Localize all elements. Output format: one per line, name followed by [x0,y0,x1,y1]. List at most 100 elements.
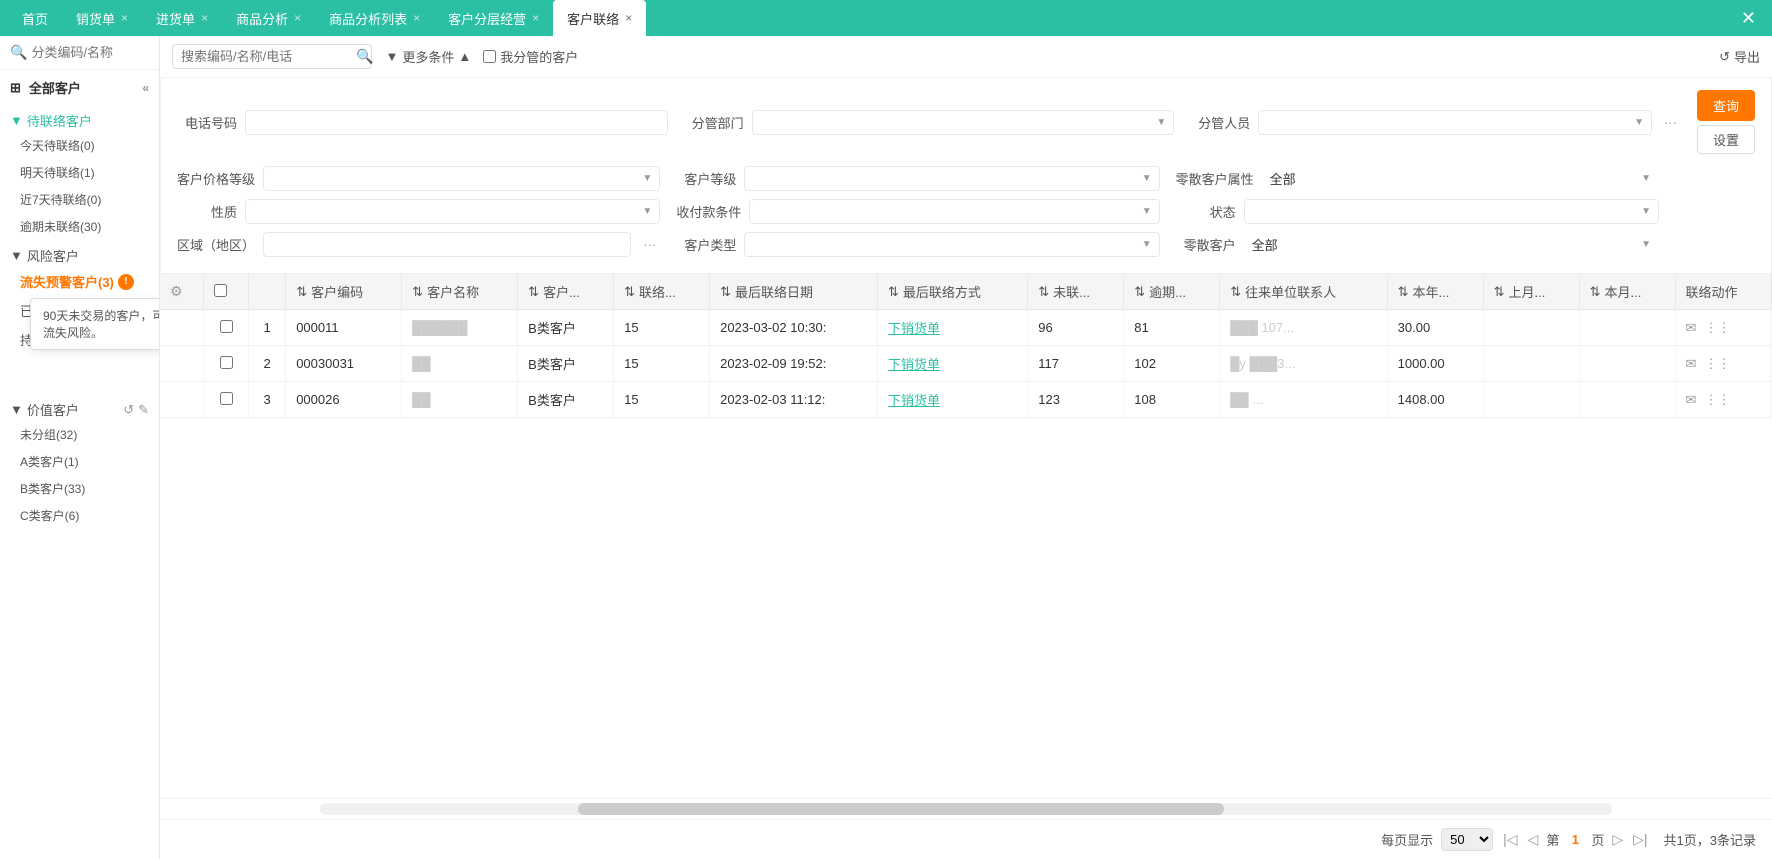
customer-type-select[interactable] [744,232,1159,257]
region-dots-icon[interactable]: ··· [639,237,660,252]
sidebar-item-class-b[interactable]: B类客户(33) [0,475,159,502]
tab-customer-connect[interactable]: 客户联络 × [553,0,646,36]
sidebar-section-risk[interactable]: ▼ 风险客户 [0,240,159,267]
sidebar-item-class-a[interactable]: A类客户(1) [0,448,159,475]
close-icon[interactable]: × [201,11,208,25]
sidebar-item-week[interactable]: 近7天待联络(0) [0,186,159,213]
last-method-link[interactable]: 下销货单 [888,321,940,336]
region-input[interactable] [263,232,631,257]
more-action-icon[interactable]: ⋮⋮ [1704,392,1730,408]
code-column-header[interactable]: ⇅ 客户编码 [286,274,402,310]
row-last-month [1483,382,1579,418]
scrollbar-thumb[interactable] [578,803,1224,815]
sort-icon: ⇅ [1134,284,1145,300]
message-icon[interactable]: ✉ [1686,320,1697,336]
last-method-link[interactable]: 下销货单 [888,357,940,372]
chevron-down-icon: ▼ [10,402,23,417]
close-icon[interactable]: × [413,11,420,25]
close-icon[interactable]: × [532,11,539,25]
last-method-column-header[interactable]: ⇅ 最后联络方式 [877,274,1027,310]
prev-page-button[interactable]: ◁ [1526,831,1541,848]
last-method-link[interactable]: 下销货单 [888,393,940,408]
tab-purchase[interactable]: 进货单 × [142,0,222,36]
page-unit: 页 [1591,830,1604,849]
filter-payment: 收付款条件 ▼ [676,199,1159,224]
settings-column-header[interactable]: ⚙ [160,274,204,310]
customer-grade-select[interactable] [744,166,1159,191]
sidebar-item-loss-warning[interactable]: 流失预警客户(3) ! [0,267,159,296]
phone-input[interactable] [245,110,668,135]
manager-select[interactable] [1258,110,1652,135]
select-all-checkbox[interactable] [214,284,227,297]
row-last-method[interactable]: 下销货单 [877,382,1027,418]
price-grade-select[interactable] [263,166,660,191]
dept-select[interactable] [752,110,1175,135]
more-conditions-button[interactable]: ▼ 更多条件 ▲ [385,47,471,66]
row-settings [160,382,204,418]
uncontacted-column-header[interactable]: ⇅ 未联... [1028,274,1124,310]
tab-sales[interactable]: 销货单 × [62,0,142,36]
name-column-header[interactable]: ⇅ 客户名称 [402,274,518,310]
last-page-button[interactable]: ▷| [1631,831,1649,848]
nature-select[interactable] [245,199,660,224]
overdue-column-header[interactable]: ⇅ 逾期... [1124,274,1220,310]
window-close-button[interactable]: ✕ [1733,8,1764,29]
message-icon[interactable]: ✉ [1686,392,1697,408]
status-select[interactable] [1244,199,1659,224]
query-button[interactable]: 查询 [1697,90,1755,121]
edit-icon[interactable]: ✎ [138,402,149,418]
sidebar-item-overdue[interactable]: 逾期未联络(30) [0,213,159,240]
row-last-date: 2023-02-03 11:12: [710,382,878,418]
per-page-select[interactable]: 50 100 200 [1441,828,1493,851]
this-year-column-header[interactable]: ⇅ 本年... [1387,274,1483,310]
sidebar-item-class-c[interactable]: C类客户(6) [0,502,159,529]
collapse-icon[interactable]: « [142,81,149,95]
settings-icon[interactable]: ⚙ [170,283,183,299]
message-icon[interactable]: ✉ [1686,356,1697,372]
close-icon[interactable]: × [625,11,632,25]
payment-select[interactable] [749,199,1159,224]
horizontal-scrollbar[interactable] [320,803,1612,815]
row-last-method[interactable]: 下销货单 [877,310,1027,346]
last-month-column-header[interactable]: ⇅ 上月... [1483,274,1579,310]
sidebar-item-ungrouped[interactable]: 未分组(32) [0,421,159,448]
more-options-icon[interactable]: ··· [1660,115,1681,130]
page-label: 第 [1546,830,1559,849]
tab-analysis-list[interactable]: 商品分析列表 × [315,0,434,36]
status-label: 状态 [1176,202,1236,221]
export-button[interactable]: ↺ 导出 [1719,47,1760,66]
sidebar-item-tomorrow[interactable]: 明天待联络(1) [0,159,159,186]
sidebar-section-pending[interactable]: ▼ 待联络客户 [0,105,159,132]
row-last-method[interactable]: 下销货单 [877,346,1027,382]
sidebar-root[interactable]: ⊞ 全部客户 « [0,70,159,105]
contact-column-header[interactable]: ⇅ 联络... [614,274,710,310]
tab-customer-segment[interactable]: 客户分层经营 × [434,0,553,36]
sidebar-section-valued[interactable]: ▼ 价值客户 ↺ ✎ [0,394,159,421]
tab-home[interactable]: 首页 [8,0,62,36]
close-icon[interactable]: × [121,11,128,25]
search-icon: 🔍 [10,44,27,61]
search-button[interactable]: 🔍 [356,48,373,65]
search-input[interactable] [172,44,372,69]
row-checkbox[interactable] [204,346,249,382]
settings-button[interactable]: 设置 [1697,125,1755,154]
close-icon[interactable]: × [294,11,301,25]
this-month-column-header[interactable]: ⇅ 本月... [1579,274,1675,310]
row-checkbox[interactable] [204,310,249,346]
refresh-icon[interactable]: ↺ [123,402,134,418]
more-action-icon[interactable]: ⋮⋮ [1704,320,1730,336]
warning-badge: ! [118,274,134,290]
last-date-column-header[interactable]: ⇅ 最后联络日期 [710,274,878,310]
nature-label: 性质 [177,202,237,221]
next-page-button[interactable]: ▷ [1610,831,1625,848]
more-action-icon[interactable]: ⋮⋮ [1704,356,1730,372]
unit-contact-column-header[interactable]: ⇅ 往来单位联系人 [1220,274,1387,310]
tab-analysis[interactable]: 商品分析 × [222,0,315,36]
first-page-button[interactable]: |◁ [1501,831,1519,848]
type-column-header[interactable]: ⇅ 客户... [518,274,614,310]
my-customers-filter[interactable]: 我分管的客户 [483,47,578,66]
my-customers-checkbox[interactable] [483,50,496,63]
row-checkbox[interactable] [204,382,249,418]
sidebar-item-today[interactable]: 今天待联络(0) [0,132,159,159]
sidebar-search-input[interactable] [31,45,149,60]
